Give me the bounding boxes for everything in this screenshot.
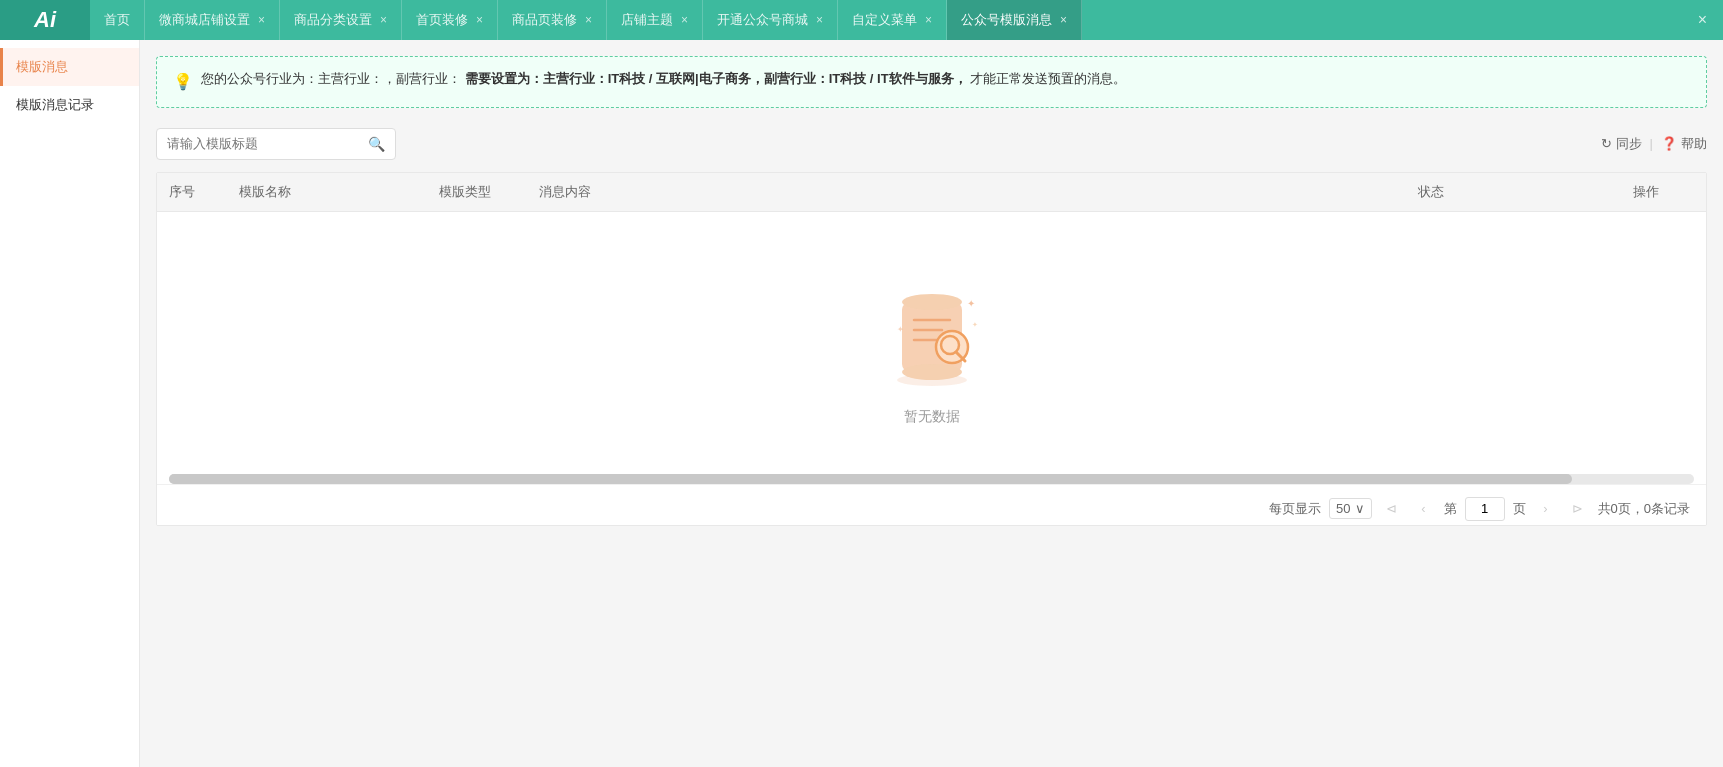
svg-point-2 [902, 294, 962, 310]
total-info: 共0页，0条记录 [1598, 500, 1690, 518]
col-status: 状态 [1406, 173, 1586, 211]
nav-tab-8[interactable]: 公众号模版消息× [947, 0, 1082, 40]
top-navigation: Ai 首页微商城店铺设置×商品分类设置×首页装修×商品页装修×店铺主题×开通公众… [0, 0, 1723, 40]
col-seq: 序号 [157, 173, 227, 211]
nav-tab-0[interactable]: 首页 [90, 0, 145, 40]
col-name: 模版名称 [227, 173, 427, 211]
chevron-down-icon: ∨ [1355, 501, 1365, 516]
nav-tab-1[interactable]: 微商城店铺设置× [145, 0, 280, 40]
col-content: 消息内容 [527, 173, 1406, 211]
page-size-label: 每页显示 [1269, 500, 1321, 518]
empty-state: ✦ ✦ ✦ 暂无数据 [157, 212, 1706, 466]
notice-text: 您的公众号行业为：主营行业：，副营行业： 需要设置为：主营行业：IT科技 / 互… [201, 69, 1126, 90]
nav-tab-close-4[interactable]: × [585, 13, 592, 27]
page-number-input[interactable] [1465, 497, 1505, 521]
search-bar: 🔍 ↻ 同步 | ❓ 帮助 [156, 128, 1707, 160]
content-area: 💡 您的公众号行业为：主营行业：，副营行业： 需要设置为：主营行业：IT科技 /… [140, 40, 1723, 767]
nav-tab-close-3[interactable]: × [476, 13, 483, 27]
sidebar-item-1[interactable]: 模版消息记录 [0, 86, 139, 124]
nav-tab-close-1[interactable]: × [258, 13, 265, 27]
nav-tab-4[interactable]: 商品页装修× [498, 0, 607, 40]
next-page-button[interactable]: › [1534, 497, 1558, 521]
sidebar-item-0[interactable]: 模版消息 [0, 48, 139, 86]
page-word: 第 [1444, 500, 1457, 518]
nav-tab-close-6[interactable]: × [816, 13, 823, 27]
col-action: 操作 [1586, 173, 1706, 211]
nav-tab-2[interactable]: 商品分类设置× [280, 0, 402, 40]
divider: | [1650, 136, 1653, 151]
nav-tabs: 首页微商城店铺设置×商品分类设置×首页装修×商品页装修×店铺主题×开通公众号商城… [90, 0, 1682, 40]
help-button[interactable]: ❓ 帮助 [1661, 135, 1707, 153]
nav-tab-close-2[interactable]: × [380, 13, 387, 27]
nav-tab-3[interactable]: 首页装修× [402, 0, 498, 40]
nav-tab-close-7[interactable]: × [925, 13, 932, 27]
svg-text:✦: ✦ [967, 298, 975, 309]
page-size-select[interactable]: 50 ∨ [1329, 498, 1371, 519]
horizontal-scrollbar[interactable] [157, 466, 1706, 484]
last-page-button[interactable]: ⊳ [1566, 497, 1590, 521]
search-input[interactable] [167, 136, 368, 151]
empty-illustration: ✦ ✦ ✦ [872, 272, 992, 392]
close-all-button[interactable]: × [1682, 11, 1723, 29]
lightbulb-icon: 💡 [173, 69, 193, 95]
search-actions: ↻ 同步 | ❓ 帮助 [1601, 135, 1707, 153]
logo: Ai [0, 0, 90, 40]
nav-tab-close-8[interactable]: × [1060, 13, 1067, 27]
nav-tab-7[interactable]: 自定义菜单× [838, 0, 947, 40]
help-icon: ❓ [1661, 136, 1677, 151]
col-type: 模版类型 [427, 173, 527, 211]
page-unit: 页 [1513, 500, 1526, 518]
nav-tab-5[interactable]: 店铺主题× [607, 0, 703, 40]
prev-page-button[interactable]: ‹ [1412, 497, 1436, 521]
svg-text:✦: ✦ [972, 321, 978, 328]
pagination: 每页显示 50 ∨ ⊲ ‹ 第 页 › ⊳ 共0页，0条记录 [157, 484, 1706, 525]
search-icon[interactable]: 🔍 [368, 136, 385, 152]
nav-tab-6[interactable]: 开通公众号商城× [703, 0, 838, 40]
nav-tab-close-5[interactable]: × [681, 13, 688, 27]
table-header: 序号 模版名称 模版类型 消息内容 状态 操作 [157, 173, 1706, 212]
notice-box: 💡 您的公众号行业为：主营行业：，副营行业： 需要设置为：主营行业：IT科技 /… [156, 56, 1707, 108]
data-table: 序号 模版名称 模版类型 消息内容 状态 操作 [156, 172, 1707, 526]
sync-icon: ↻ [1601, 136, 1612, 151]
empty-text: 暂无数据 [904, 408, 960, 426]
first-page-button[interactable]: ⊲ [1380, 497, 1404, 521]
main-layout: 模版消息模版消息记录 💡 您的公众号行业为：主营行业：，副营行业： 需要设置为：… [0, 40, 1723, 767]
search-input-wrap[interactable]: 🔍 [156, 128, 396, 160]
sync-button[interactable]: ↻ 同步 [1601, 135, 1642, 153]
svg-text:✦: ✦ [897, 325, 904, 334]
sidebar: 模版消息模版消息记录 [0, 40, 140, 767]
svg-point-3 [902, 364, 962, 380]
